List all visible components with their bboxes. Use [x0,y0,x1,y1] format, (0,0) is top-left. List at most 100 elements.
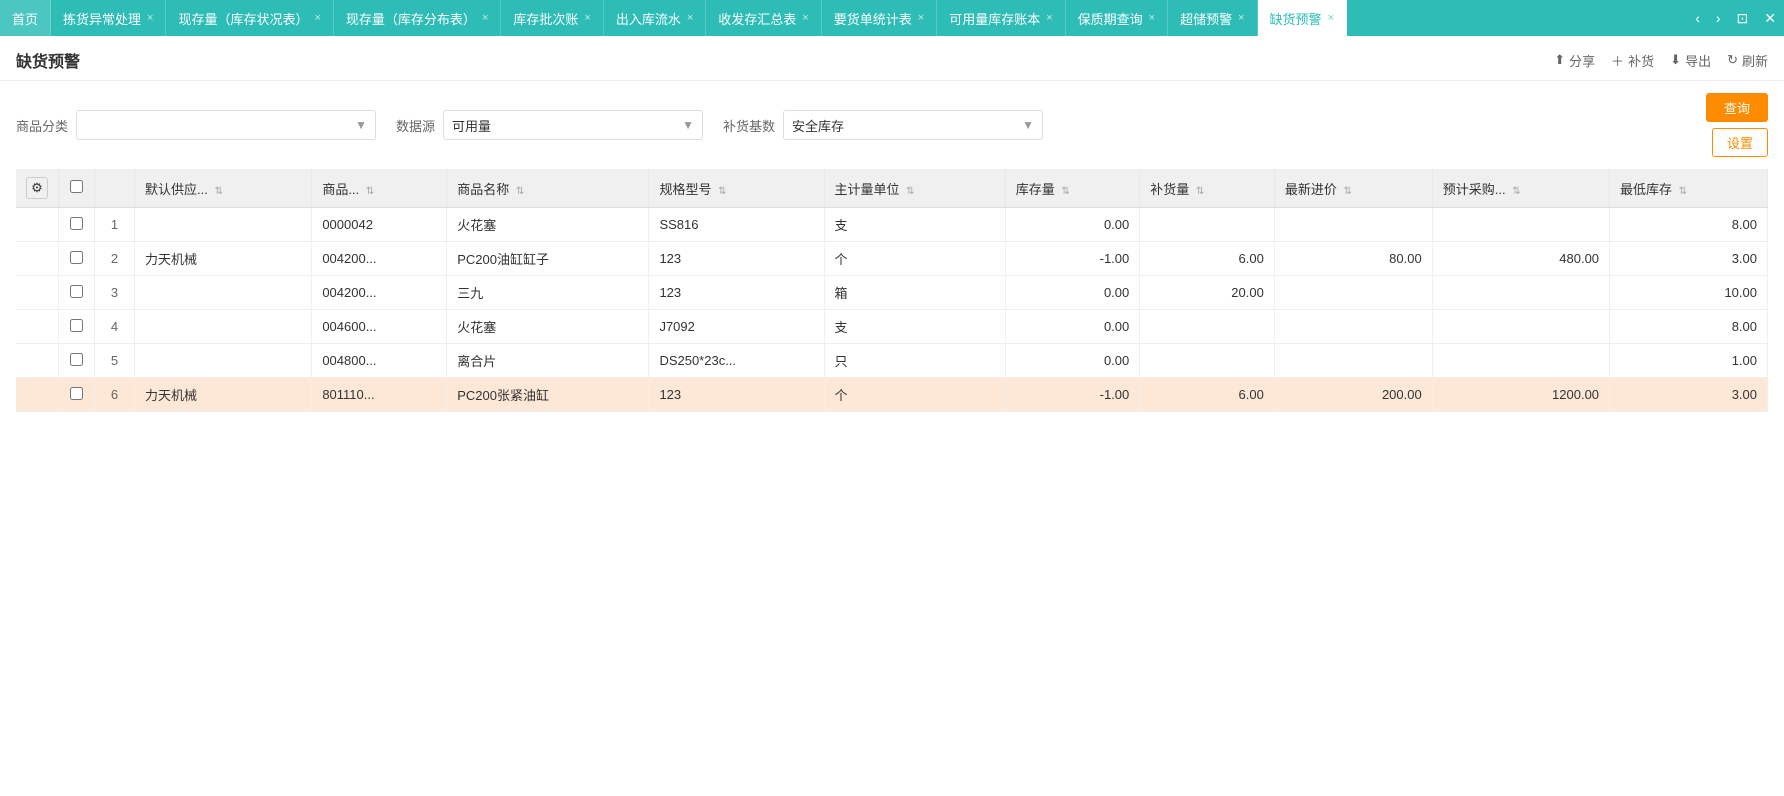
refresh-action[interactable]: ↻ 刷新 [1727,51,1768,70]
table-row: 2 力天机械 004200... PC200油缸缸子 123 个 -1.00 6… [16,242,1768,276]
row-checkbox-4 [59,344,95,378]
row-check-5[interactable] [70,387,83,400]
row-check-4[interactable] [70,353,83,366]
replenish-icon: ＋ [1611,51,1624,70]
table-container: ⚙ 默认供应... ⇅ 商品... ⇅ 商品名称 [0,169,1784,412]
row-price-2 [1274,276,1432,310]
tab-batch[interactable]: 库存批次账 × [501,0,603,36]
tab-close-available[interactable]: × [1046,12,1052,24]
row-min-stock-2: 10.00 [1610,276,1768,310]
tab-close-summary[interactable]: × [802,12,808,24]
row-check-3[interactable] [70,319,83,332]
row-stock-0: 0.00 [1005,208,1140,242]
tab-expiry[interactable]: 保质期查询 × [1066,0,1168,36]
col-min-stock-header: 最低库存 ⇅ [1610,169,1768,208]
price-sort-icon[interactable]: ⇅ [1343,186,1351,197]
tab-close-shortage[interactable]: × [1328,12,1334,24]
row-price-0 [1274,208,1432,242]
product-category-select[interactable]: ▼ [76,110,376,140]
replenish-action[interactable]: ＋ 补货 [1611,51,1654,70]
data-source-group: 数据源 可用量 ▼ [396,110,703,140]
filter-actions: 查询 设置 [1706,93,1768,157]
row-min-stock-0: 8.00 [1610,208,1768,242]
tab-close-overstock[interactable]: × [1238,12,1244,24]
query-button[interactable]: 查询 [1706,93,1768,122]
row-code-3: 004600... [312,310,447,344]
tab-close-requisition[interactable]: × [918,12,924,24]
data-source-select[interactable]: 可用量 ▼ [443,110,703,140]
row-est-purchase-1: 480.00 [1432,242,1609,276]
stock-sort-icon[interactable]: ⇅ [1061,186,1069,197]
row-check-1[interactable] [70,251,83,264]
tab-prev-button[interactable]: ‹ [1687,0,1708,36]
tab-close-flow[interactable]: × [687,12,693,24]
min-stock-sort-icon[interactable]: ⇅ [1679,186,1687,197]
unit-sort-icon[interactable]: ⇅ [906,186,914,197]
col-price-header: 最新进价 ⇅ [1274,169,1432,208]
filter-bar: 商品分类 ▼ 数据源 可用量 ▼ 补货基数 安全库存 ▼ 查询 设置 [0,81,1784,169]
row-spec-5: 123 [649,378,824,412]
product-name-sort-icon[interactable]: ⇅ [516,186,524,197]
share-action[interactable]: ⬆ 分享 [1554,51,1595,70]
table-row: 3 004200... 三九 123 箱 0.00 20.00 10.00 [16,276,1768,310]
row-settings-5 [16,378,59,412]
row-index-3: 4 [95,310,135,344]
col-product-code-header: 商品... ⇅ [312,169,447,208]
row-unit-2: 箱 [824,276,1005,310]
tab-flow[interactable]: 出入库流水 × [604,0,706,36]
tab-stock-status[interactable]: 现存量（库存状况表） × [166,0,333,36]
col-stock-header: 库存量 ⇅ [1005,169,1140,208]
tab-close-button[interactable]: ✕ [1756,0,1784,36]
tab-stock-dist[interactable]: 现存量（库存分布表） × [334,0,501,36]
row-check-2[interactable] [70,285,83,298]
replenish-sort-icon[interactable]: ⇅ [1196,186,1204,197]
tab-home[interactable]: 首页 [0,0,51,36]
product-category-group: 商品分类 ▼ [16,110,376,140]
tab-close-batch[interactable]: × [584,12,590,24]
tab-bar: 首页 拣货异常处理 × 现存量（库存状况表） × 现存量（库存分布表） × 库存… [0,0,1784,36]
row-replenish-4 [1140,344,1275,378]
row-supplier-3 [135,310,312,344]
data-source-arrow-icon: ▼ [682,118,694,132]
tab-picking[interactable]: 拣货异常处理 × [51,0,166,36]
refresh-icon: ↻ [1727,52,1738,68]
row-replenish-1: 6.00 [1140,242,1275,276]
export-action[interactable]: ⬇ 导出 [1670,51,1711,70]
col-unit-header: 主计量单位 ⇅ [824,169,1005,208]
table-settings-icon[interactable]: ⚙ [26,177,48,199]
tab-restore-button[interactable]: ⊡ [1729,0,1757,36]
row-code-0: 0000042 [312,208,447,242]
header-actions: ⬆ 分享 ＋ 补货 ⬇ 导出 ↻ 刷新 [1554,51,1768,70]
tab-overstock[interactable]: 超储预警 × [1168,0,1257,36]
row-stock-2: 0.00 [1005,276,1140,310]
tab-summary[interactable]: 收发存汇总表 × [706,0,821,36]
table-header-row: ⚙ 默认供应... ⇅ 商品... ⇅ 商品名称 [16,169,1768,208]
tab-requisition[interactable]: 要货单统计表 × [822,0,937,36]
row-check-0[interactable] [70,217,83,230]
spec-sort-icon[interactable]: ⇅ [718,186,726,197]
row-min-stock-5: 3.00 [1610,378,1768,412]
page-content: 缺货预警 ⬆ 分享 ＋ 补货 ⬇ 导出 ↻ 刷新 商品分类 [0,36,1784,796]
row-est-purchase-4 [1432,344,1609,378]
table-row: 4 004600... 火花塞 J7092 支 0.00 8.00 [16,310,1768,344]
row-name-3: 火花塞 [447,310,649,344]
tab-available[interactable]: 可用量库存账本 × [937,0,1065,36]
tab-close-expiry[interactable]: × [1149,12,1155,24]
est-purchase-sort-icon[interactable]: ⇅ [1512,186,1520,197]
replenish-basis-select[interactable]: 安全库存 ▼ [783,110,1043,140]
tab-close-stock-dist[interactable]: × [482,12,488,24]
row-price-5: 200.00 [1274,378,1432,412]
tab-shortage[interactable]: 缺货预警 × [1258,0,1347,36]
product-code-sort-icon[interactable]: ⇅ [366,186,374,197]
supplier-sort-icon[interactable]: ⇅ [214,186,222,197]
select-all-checkbox[interactable] [70,180,83,193]
tab-next-button[interactable]: › [1708,0,1729,36]
tab-close-picking[interactable]: × [147,12,153,24]
settings-button[interactable]: 设置 [1712,128,1768,157]
replenish-basis-group: 补货基数 安全库存 ▼ [723,110,1043,140]
tab-close-stock-status[interactable]: × [314,12,320,24]
row-price-4 [1274,344,1432,378]
export-icon: ⬇ [1670,52,1681,68]
row-unit-0: 支 [824,208,1005,242]
row-settings-3 [16,310,59,344]
